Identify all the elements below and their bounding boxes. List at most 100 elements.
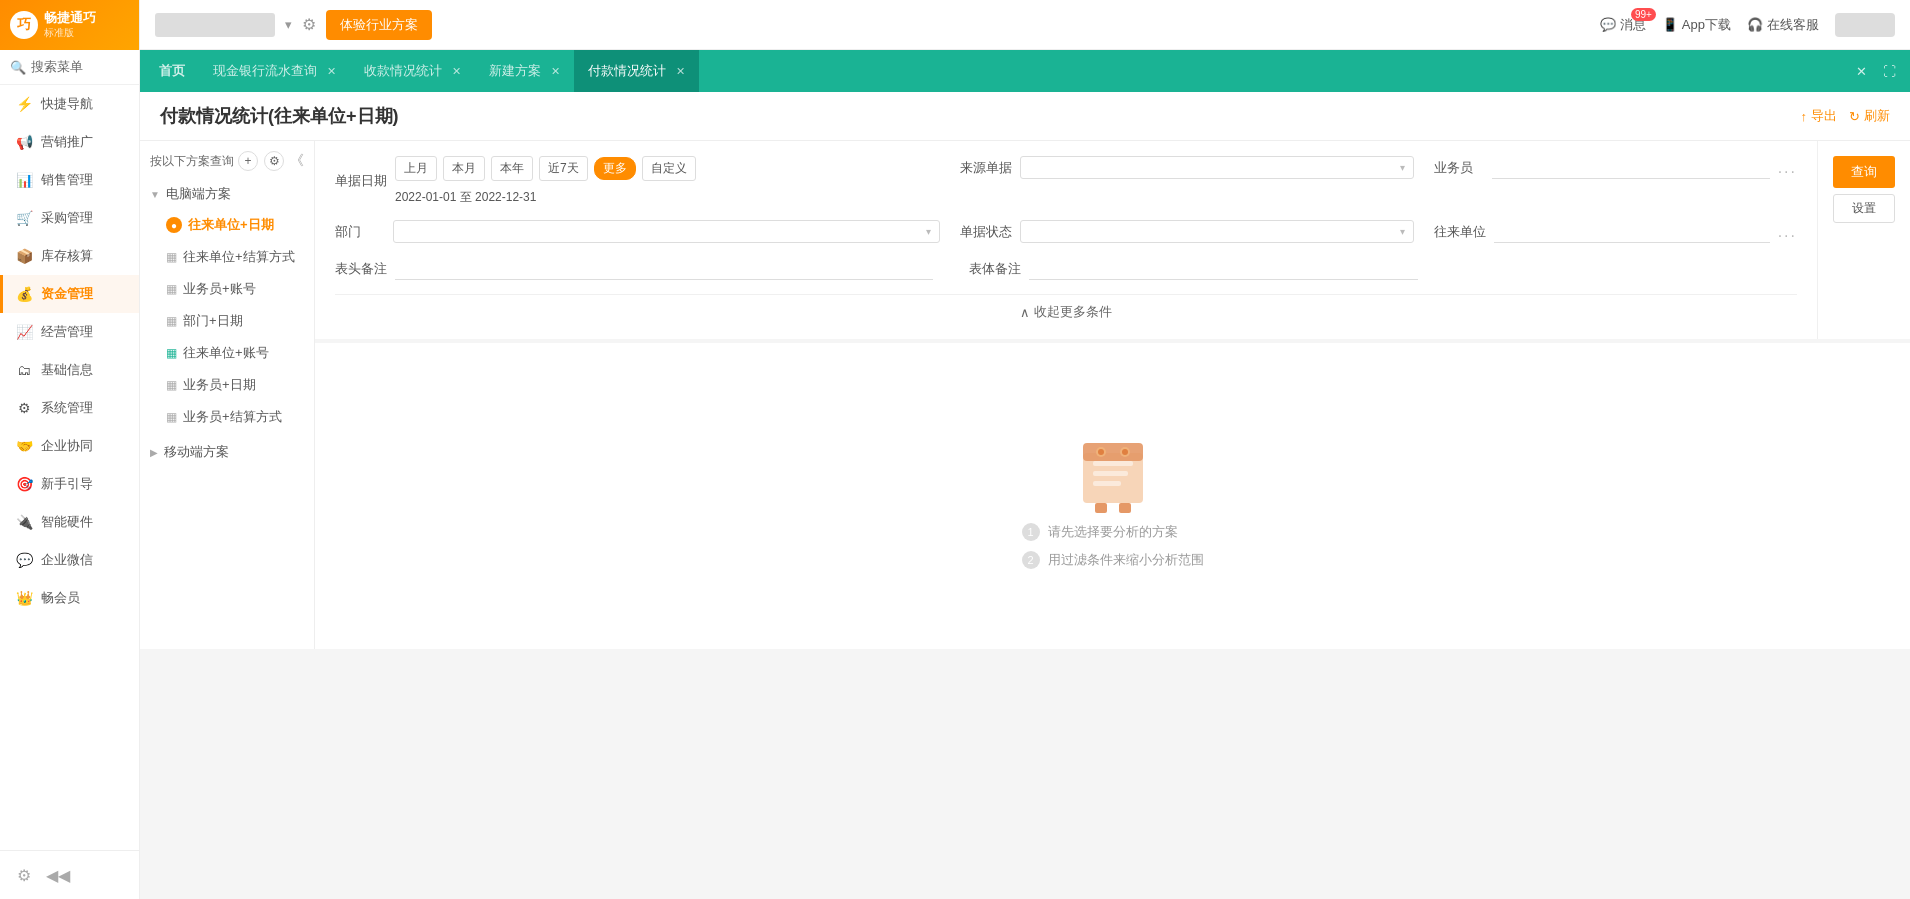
tab-bank-flow-close[interactable]: ✕: [327, 65, 336, 78]
date-btn-this-year[interactable]: 本年: [491, 156, 533, 181]
tab-payment-stats[interactable]: 付款情况统计 ✕: [574, 50, 699, 92]
tab-maximize-icon[interactable]: ⛶: [1879, 64, 1900, 79]
collapse-more-conditions-btn[interactable]: ∧ 收起更多条件: [335, 294, 1797, 329]
scheme-group-header-mobile[interactable]: ▶ 移动端方案: [140, 437, 314, 467]
sidebar-item-member[interactable]: 👑 畅会员: [0, 579, 139, 617]
refresh-btn[interactable]: ↻ 刷新: [1849, 107, 1890, 125]
scheme-group-header-desktop[interactable]: ▼ 电脑端方案: [140, 179, 314, 209]
doc-status-select[interactable]: ▾: [1020, 220, 1414, 243]
topbar-dropdown-icon[interactable]: ▾: [285, 17, 292, 32]
svg-rect-2: [1093, 461, 1133, 466]
scheme-item-icon: ▦: [166, 378, 177, 392]
tab-receipt-stats[interactable]: 收款情况统计 ✕: [350, 50, 475, 92]
dept-select[interactable]: ▾: [393, 220, 940, 243]
settings-footer-icon[interactable]: ⚙: [10, 861, 38, 889]
svg-rect-10: [1119, 503, 1131, 513]
svg-rect-4: [1093, 481, 1121, 486]
filter-note2-item: 表体备注: [969, 257, 1418, 280]
filter-partner-item: 往来单位 ...: [1434, 220, 1797, 243]
date-btn-more[interactable]: 更多: [594, 157, 636, 180]
tab-receipt-stats-close[interactable]: ✕: [452, 65, 461, 78]
date-btn-7days[interactable]: 近7天: [539, 156, 588, 181]
note2-input[interactable]: [1029, 257, 1418, 280]
brand-logo: 巧: [10, 11, 38, 39]
filter-dept-item: 部门 ▾: [335, 220, 940, 243]
sidebar-item-operation[interactable]: 📈 经营管理: [0, 313, 139, 351]
user-avatar[interactable]: [1835, 13, 1895, 37]
staff-dots-btn[interactable]: ...: [1778, 159, 1797, 177]
tabbar: 首页 现金银行流水查询 ✕ 收款情况统计 ✕ 新建方案 ✕ 付款情况统计 ✕ ✕…: [140, 50, 1910, 92]
tab-bank-flow[interactable]: 现金银行流水查询 ✕: [199, 50, 350, 92]
svg-rect-1: [1083, 443, 1143, 461]
sidebar-item-guide[interactable]: 🎯 新手引导: [0, 465, 139, 503]
tab-home[interactable]: 首页: [145, 50, 199, 92]
sidebar-item-hardware[interactable]: 🔌 智能硬件: [0, 503, 139, 541]
sidebar-item-cooperation[interactable]: 🤝 企业协同: [0, 427, 139, 465]
date-btn-this-month[interactable]: 本月: [443, 156, 485, 181]
sidebar-item-sales[interactable]: 📊 销售管理: [0, 161, 139, 199]
tab-new-scheme[interactable]: 新建方案 ✕: [475, 50, 574, 92]
scheme-add-btn[interactable]: +: [238, 151, 258, 171]
scheme-item-icon: ▦: [166, 282, 177, 296]
group-arrow-icon: ▼: [150, 189, 160, 200]
scheme-item-unit-account[interactable]: ▦ 往来单位+账号: [140, 337, 314, 369]
service-icon: 🎧: [1747, 17, 1763, 32]
app-download-btn[interactable]: 📱 App下载: [1662, 16, 1731, 34]
scheme-item-staff-account[interactable]: ▦ 业务员+账号: [140, 273, 314, 305]
source-select[interactable]: ▾: [1020, 156, 1414, 179]
date-btn-custom[interactable]: 自定义: [642, 156, 696, 181]
tab-new-scheme-close[interactable]: ✕: [551, 65, 560, 78]
sidebar-item-wechat[interactable]: 💬 企业微信: [0, 541, 139, 579]
svg-rect-3: [1093, 471, 1128, 476]
scheme-item-unit-date[interactable]: ● 往来单位+日期: [140, 209, 314, 241]
sidebar-item-quick-nav[interactable]: ⚡ 快捷导航: [0, 85, 139, 123]
main-area: ▾ ⚙ 体验行业方案 💬 消息 99+ 📱 App下载 🎧 在线客服 首页: [140, 0, 1910, 899]
brand-text: 畅捷通巧 标准版: [44, 10, 96, 40]
scheme-item-staff-date[interactable]: ▦ 业务员+日期: [140, 369, 314, 401]
scheme-item-unit-settle[interactable]: ▦ 往来单位+结算方式: [140, 241, 314, 273]
filter-source-item: 来源单据 ▾: [960, 156, 1414, 179]
tab-payment-stats-close[interactable]: ✕: [676, 65, 685, 78]
sidebar-footer: ⚙ ◀◀: [0, 850, 139, 899]
staff-input[interactable]: [1492, 156, 1770, 179]
sidebar-search[interactable]: 🔍 搜索菜单: [0, 50, 139, 85]
partner-dots-btn[interactable]: ...: [1778, 223, 1797, 241]
collapse-sidebar-icon[interactable]: ◀◀: [44, 861, 72, 889]
export-btn[interactable]: ↑ 导出: [1801, 107, 1838, 125]
scheme-item-dept-date[interactable]: ▦ 部门+日期: [140, 305, 314, 337]
sidebar-item-finance[interactable]: 💰 资金管理: [0, 275, 139, 313]
scheme-collapse-btn[interactable]: 《: [290, 152, 304, 170]
filter-row-1: 单据日期 上月 本月 本年 近7天 更多 自定义: [335, 156, 1797, 206]
sidebar-header: 巧 畅捷通巧 标准版: [0, 0, 139, 50]
topbar-settings-icon[interactable]: ⚙: [302, 15, 316, 34]
page-header: 付款情况统计(往来单位+日期) ↑ 导出 ↻ 刷新: [140, 92, 1910, 141]
settings-btn[interactable]: 设置: [1833, 194, 1895, 223]
sidebar-item-marketing[interactable]: 📢 营销推广: [0, 123, 139, 161]
query-btn[interactable]: 查询: [1833, 156, 1895, 188]
content-body: 按以下方案查询 + ⚙ 《 ▼ 电脑端方案 ● 往来单位+日期: [140, 141, 1910, 649]
note1-input[interactable]: [395, 257, 933, 280]
user-info-placeholder: [155, 13, 275, 37]
scheme-item-icon: ▦: [166, 250, 177, 264]
tab-close-all-icon[interactable]: ✕: [1852, 64, 1871, 79]
topbar-actions: 💬 消息 99+ 📱 App下载 🎧 在线客服: [1600, 13, 1895, 37]
operation-icon: 📈: [15, 323, 33, 341]
scheme-settings-btn[interactable]: ⚙: [264, 151, 284, 171]
sidebar: 巧 畅捷通巧 标准版 🔍 搜索菜单 ⚡ 快捷导航 📢 营销推广 📊 销售管理 🛒…: [0, 0, 140, 899]
trial-btn[interactable]: 体验行业方案: [326, 10, 432, 40]
sidebar-item-inventory[interactable]: 📦 库存核算: [0, 237, 139, 275]
filter-panel: 单据日期 上月 本月 本年 近7天 更多 自定义: [315, 141, 1817, 339]
sidebar-item-basic[interactable]: 🗂 基础信息: [0, 351, 139, 389]
messages-btn[interactable]: 💬 消息 99+: [1600, 16, 1646, 34]
sidebar-item-system[interactable]: ⚙ 系统管理: [0, 389, 139, 427]
date-filter-group: 上月 本月 本年 近7天 更多 自定义 2022-01-01 至 2022-12…: [395, 156, 696, 206]
partner-input[interactable]: [1494, 220, 1770, 243]
scheme-item-icon: ▦: [166, 346, 177, 360]
date-btn-last-month[interactable]: 上月: [395, 156, 437, 181]
page-content: 付款情况统计(往来单位+日期) ↑ 导出 ↻ 刷新 按以下方案查询 +: [140, 92, 1910, 899]
hardware-icon: 🔌: [15, 513, 33, 531]
topbar: ▾ ⚙ 体验行业方案 💬 消息 99+ 📱 App下载 🎧 在线客服: [140, 0, 1910, 50]
online-service-btn[interactable]: 🎧 在线客服: [1747, 16, 1819, 34]
scheme-item-staff-settle[interactable]: ▦ 业务员+结算方式: [140, 401, 314, 433]
sidebar-item-purchase[interactable]: 🛒 采购管理: [0, 199, 139, 237]
